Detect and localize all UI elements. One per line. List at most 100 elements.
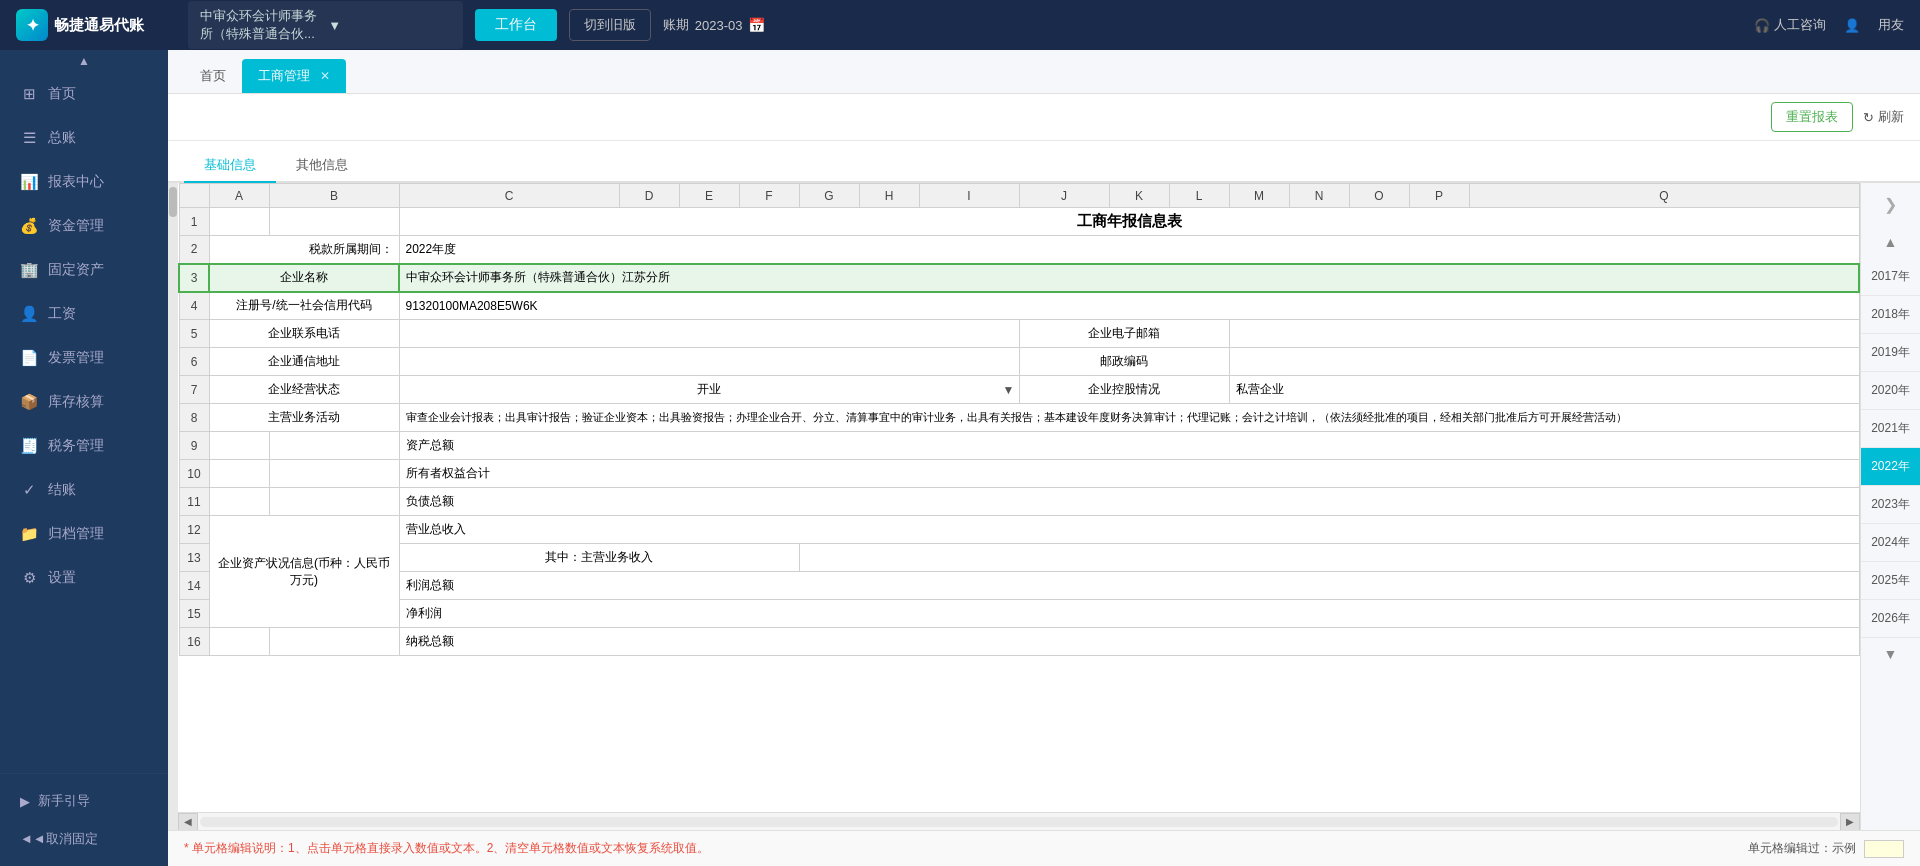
col-E[interactable]: E bbox=[679, 184, 739, 208]
cell-6C[interactable] bbox=[399, 348, 1019, 376]
calendar-icon[interactable]: 📅 bbox=[748, 17, 765, 33]
cell-5C[interactable] bbox=[399, 320, 1019, 348]
sidebar-item-guide[interactable]: ▶ 新手引导 bbox=[20, 786, 148, 816]
cell-4AB[interactable]: 注册号/统一社会信用代码 bbox=[209, 292, 399, 320]
sidebar-item-ledger[interactable]: ☰ 总账 bbox=[0, 116, 168, 160]
year-2020[interactable]: 2020年 bbox=[1861, 372, 1920, 410]
cell-11B[interactable] bbox=[269, 488, 399, 516]
tab-business[interactable]: 工商管理 ✕ bbox=[242, 59, 346, 93]
year-2025[interactable]: 2025年 bbox=[1861, 562, 1920, 600]
col-C[interactable]: C bbox=[399, 184, 619, 208]
cell-8C[interactable]: 审查企业会计报表；出具审计报告；验证企业资本；出具验资报告；办理企业合开、分立、… bbox=[399, 404, 1859, 432]
cell-6J[interactable]: 邮政编码 bbox=[1019, 348, 1229, 376]
cell-3C[interactable]: 中审众环会计师事务所（特殊普通合伙）江苏分所 bbox=[399, 264, 1859, 292]
sidebar-item-asset[interactable]: 🏢 固定资产 bbox=[0, 248, 168, 292]
cell-15C[interactable]: 净利润 bbox=[399, 600, 1859, 628]
sub-tab-basic[interactable]: 基础信息 bbox=[184, 149, 276, 183]
col-H[interactable]: H bbox=[859, 184, 919, 208]
col-D[interactable]: D bbox=[619, 184, 679, 208]
vertical-scrollbar[interactable] bbox=[168, 183, 178, 830]
tab-close-icon[interactable]: ✕ bbox=[320, 69, 330, 83]
sidebar-item-archive[interactable]: 📁 归档管理 bbox=[0, 512, 168, 556]
h-scroll-bar[interactable]: ◀ ▶ bbox=[178, 812, 1860, 830]
cell-10A[interactable] bbox=[209, 460, 269, 488]
col-O[interactable]: O bbox=[1349, 184, 1409, 208]
spreadsheet-scroll[interactable]: A B C D E F G H I J K L bbox=[178, 183, 1860, 812]
cell-5J[interactable]: 企业电子邮箱 bbox=[1019, 320, 1229, 348]
col-P[interactable]: P bbox=[1409, 184, 1469, 208]
year-2021[interactable]: 2021年 bbox=[1861, 410, 1920, 448]
cell-3AB[interactable]: 企业名称 bbox=[209, 264, 399, 292]
cell-6AB[interactable]: 企业通信地址 bbox=[209, 348, 399, 376]
cell-16A[interactable] bbox=[209, 628, 269, 656]
cell-9C[interactable]: 资产总额 bbox=[399, 432, 1859, 460]
sidebar-item-unpin[interactable]: ◄◄取消固定 bbox=[20, 824, 148, 854]
cell-1A[interactable] bbox=[209, 208, 269, 236]
sidebar-item-settings[interactable]: ⚙ 设置 bbox=[0, 556, 168, 600]
cell-7AB[interactable]: 企业经营状态 bbox=[209, 376, 399, 404]
cell-11C[interactable]: 负债总额 bbox=[399, 488, 1859, 516]
sidebar-item-report[interactable]: 📊 报表中心 bbox=[0, 160, 168, 204]
cell-13G[interactable] bbox=[799, 544, 1859, 572]
cell-12AB[interactable]: 企业资产状况信息(币种：人民币万元) bbox=[209, 516, 399, 628]
col-I[interactable]: I bbox=[919, 184, 1019, 208]
cell-16C[interactable]: 纳税总额 bbox=[399, 628, 1859, 656]
cell-10C[interactable]: 所有者权益合计 bbox=[399, 460, 1859, 488]
cell-2AB[interactable]: 税款所属期间： bbox=[209, 236, 399, 264]
refresh-button[interactable]: ↻ 刷新 bbox=[1863, 108, 1904, 126]
sidebar-item-invoice[interactable]: 📄 发票管理 bbox=[0, 336, 168, 380]
year-2017[interactable]: 2017年 bbox=[1861, 258, 1920, 296]
cell-9A[interactable] bbox=[209, 432, 269, 460]
cell-8AB[interactable]: 主营业务活动 bbox=[209, 404, 399, 432]
panel-expand-icon[interactable]: ❯ bbox=[1861, 183, 1920, 226]
scroll-track[interactable] bbox=[200, 817, 1838, 827]
cell-6M[interactable] bbox=[1229, 348, 1859, 376]
year-2022[interactable]: 2022年 bbox=[1861, 448, 1920, 486]
year-2023[interactable]: 2023年 bbox=[1861, 486, 1920, 524]
year-2026[interactable]: 2026年 bbox=[1861, 600, 1920, 638]
cell-14C[interactable]: 利润总额 bbox=[399, 572, 1859, 600]
cell-1B[interactable] bbox=[269, 208, 399, 236]
scroll-right-btn[interactable]: ▶ bbox=[1840, 813, 1860, 831]
oldver-button[interactable]: 切到旧版 bbox=[569, 9, 651, 41]
cell-16B[interactable] bbox=[269, 628, 399, 656]
col-L[interactable]: L bbox=[1169, 184, 1229, 208]
sidebar-item-home[interactable]: ⊞ 首页 bbox=[0, 72, 168, 116]
workbench-button[interactable]: 工作台 bbox=[475, 9, 557, 41]
sidebar-item-tax[interactable]: 🧾 税务管理 bbox=[0, 424, 168, 468]
sidebar-item-close[interactable]: ✓ 结账 bbox=[0, 468, 168, 512]
sidebar-item-inventory[interactable]: 📦 库存核算 bbox=[0, 380, 168, 424]
col-J[interactable]: J bbox=[1019, 184, 1109, 208]
service-button[interactable]: 🎧 人工咨询 bbox=[1754, 16, 1826, 34]
col-K[interactable]: K bbox=[1109, 184, 1169, 208]
sidebar-item-salary[interactable]: 👤 工资 bbox=[0, 292, 168, 336]
cell-11A[interactable] bbox=[209, 488, 269, 516]
year-2024[interactable]: 2024年 bbox=[1861, 524, 1920, 562]
year-2018[interactable]: 2018年 bbox=[1861, 296, 1920, 334]
cell-13C[interactable]: 其中：主营业务收入 bbox=[399, 544, 799, 572]
company-selector[interactable]: 中审众环会计师事务所（特殊普通合伙... ▼ bbox=[188, 1, 463, 49]
col-M[interactable]: M bbox=[1229, 184, 1289, 208]
cell-12C[interactable]: 营业总收入 bbox=[399, 516, 1859, 544]
reset-button[interactable]: 重置报表 bbox=[1771, 102, 1853, 132]
col-G[interactable]: G bbox=[799, 184, 859, 208]
col-A[interactable]: A bbox=[209, 184, 269, 208]
col-N[interactable]: N bbox=[1289, 184, 1349, 208]
cell-9B[interactable] bbox=[269, 432, 399, 460]
cell-7J[interactable]: 企业控股情况 bbox=[1019, 376, 1229, 404]
year-scroll-up[interactable]: ▲ bbox=[1861, 226, 1920, 258]
cell-1C[interactable]: 工商年报信息表 bbox=[399, 208, 1859, 236]
cell-7C[interactable]: 开业 ▼ bbox=[399, 376, 1019, 404]
cell-4C[interactable]: 91320100MA208E5W6K bbox=[399, 292, 1859, 320]
cell-10B[interactable] bbox=[269, 460, 399, 488]
col-F[interactable]: F bbox=[739, 184, 799, 208]
sidebar-scroll-up[interactable]: ▲ bbox=[0, 50, 168, 72]
sub-tab-other[interactable]: 其他信息 bbox=[276, 149, 368, 183]
scroll-left-btn[interactable]: ◀ bbox=[178, 813, 198, 831]
year-2019[interactable]: 2019年 bbox=[1861, 334, 1920, 372]
cell-5AB[interactable]: 企业联系电话 bbox=[209, 320, 399, 348]
sidebar-item-capital[interactable]: 💰 资金管理 bbox=[0, 204, 168, 248]
col-Q[interactable]: Q bbox=[1469, 184, 1859, 208]
year-scroll-down[interactable]: ▼ bbox=[1861, 638, 1920, 670]
col-B[interactable]: B bbox=[269, 184, 399, 208]
